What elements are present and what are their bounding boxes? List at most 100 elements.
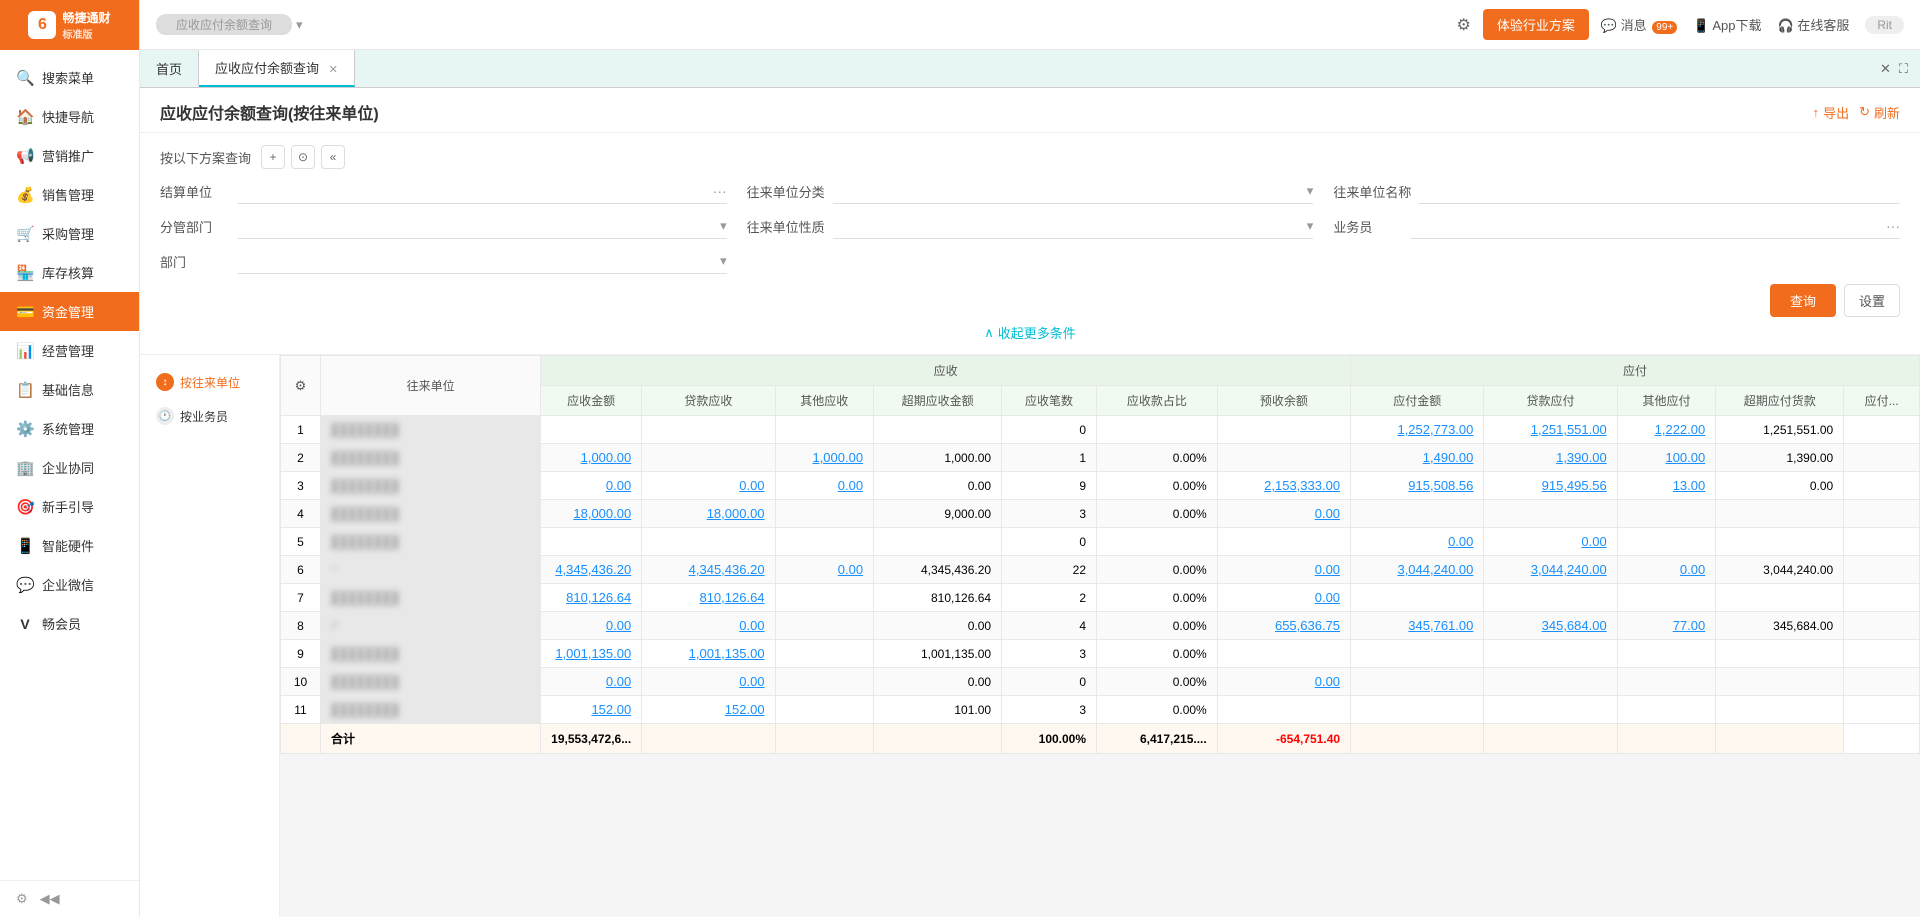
table-cell[interactable]: 655,636.75 (1217, 612, 1350, 640)
sidebar-item-purchase[interactable]: 🛒 采购管理 (0, 214, 139, 253)
table-cell[interactable]: 810,126.64 (642, 584, 775, 612)
table-cell[interactable]: 18,000.00 (642, 500, 775, 528)
sidebar-item-ops[interactable]: 📊 经营管理 (0, 331, 139, 370)
table-cell[interactable]: 0.00 (1217, 556, 1350, 584)
table-cell[interactable]: 100.00 (1617, 444, 1716, 472)
col-settings[interactable]: ⚙ (281, 356, 321, 416)
sidebar-item-inventory[interactable]: 🏪 库存核算 (0, 253, 139, 292)
table-cell[interactable]: 0.00 (642, 472, 775, 500)
salesperson-dots[interactable]: ··· (1886, 218, 1900, 234)
partner-category-dropdown[interactable]: ▾ (1307, 183, 1314, 199)
promo-button[interactable]: 体验行业方案 (1483, 9, 1589, 40)
table-cell[interactable]: 3,044,240.00 (1351, 556, 1484, 584)
breadcrumb-dropdown-icon[interactable]: ▾ (296, 17, 303, 33)
partner-category-input[interactable]: ▾ (833, 179, 1314, 204)
table-cell[interactable]: 1,222.00 (1617, 416, 1716, 444)
table-settings-icon[interactable]: ⚙ (295, 378, 307, 393)
collapse-btn[interactable]: ∧ 收起更多条件 (160, 323, 1900, 342)
settings-button[interactable]: 设置 (1844, 284, 1900, 317)
tab-close-window-icon[interactable]: ✕ (1880, 61, 1891, 77)
table-cell[interactable]: 0.00 (642, 612, 775, 640)
sidebar-item-corp[interactable]: 🏢 企业协同 (0, 448, 139, 487)
sidebar-item-guide[interactable]: 🎯 新手引导 (0, 487, 139, 526)
sidebar-item-search-menu[interactable]: 🔍 搜索菜单 (0, 58, 139, 97)
table-cell[interactable]: 0.00 (1217, 668, 1350, 696)
table-cell[interactable]: 0.00 (1351, 528, 1484, 556)
sidebar-item-base[interactable]: 📋 基础信息 (0, 370, 139, 409)
dept-manager-input[interactable]: ▾ (238, 214, 727, 239)
salesperson-input[interactable]: ··· (1411, 214, 1900, 239)
table-cell[interactable]: 1,000.00 (775, 444, 874, 472)
tab-home[interactable]: 首页 (140, 51, 199, 86)
table-cell[interactable]: 915,508.56 (1351, 472, 1484, 500)
query-button[interactable]: 查询 (1770, 284, 1836, 317)
table-cell (1484, 500, 1617, 528)
online-service-btn[interactable]: 🎧 在线客服 (1778, 15, 1850, 34)
table-cell[interactable]: 2,153,333.00 (1217, 472, 1350, 500)
table-cell[interactable]: 1,001,135.00 (541, 640, 642, 668)
export-button[interactable]: ↑ 导出 (1813, 103, 1850, 122)
table-cell[interactable]: 1,252,773.00 (1351, 416, 1484, 444)
dept-manager-dropdown[interactable]: ▾ (720, 218, 727, 234)
table-cell[interactable]: 1,390.00 (1484, 444, 1617, 472)
table-cell[interactable]: 0.00 (775, 556, 874, 584)
settlement-unit-input[interactable]: ··· (238, 179, 727, 204)
table-cell[interactable]: 0.00 (541, 612, 642, 640)
settings-icon[interactable]: ⚙ (16, 891, 28, 907)
table-cell[interactable]: 0.00 (1217, 500, 1350, 528)
table-cell[interactable]: 152.00 (642, 696, 775, 724)
tab-close-icon[interactable]: ✕ (329, 64, 338, 76)
table-cell[interactable]: 0.00 (1617, 556, 1716, 584)
sidebar-item-vip[interactable]: V 畅会员 (0, 604, 139, 643)
table-cell[interactable]: 0.00 (1217, 584, 1350, 612)
partner-nature-input[interactable]: ▾ (833, 214, 1314, 239)
add-scheme-btn[interactable]: + (261, 145, 285, 169)
table-cell[interactable]: 0.00 (541, 472, 642, 500)
table-cell[interactable]: 3,044,240.00 (1484, 556, 1617, 584)
settlement-unit-dots[interactable]: ··· (713, 183, 727, 199)
sidebar-item-quick-nav[interactable]: 🏠 快捷导航 (0, 97, 139, 136)
tab-expand-icon[interactable]: ⛶ (1899, 61, 1908, 77)
sidebar-item-marketing[interactable]: 📢 营销推广 (0, 136, 139, 175)
table-cell[interactable]: 1,001,135.00 (642, 640, 775, 668)
collapse-sidebar-icon[interactable]: ◀◀ (40, 891, 60, 907)
table-cell[interactable]: 0.00 (642, 668, 775, 696)
table-cell[interactable]: 18,000.00 (541, 500, 642, 528)
tab-ar-ap[interactable]: 应收应付余额查询 ✕ (199, 50, 355, 87)
partner-nature-dropdown[interactable]: ▾ (1307, 218, 1314, 234)
table-cell[interactable]: 810,126.64 (541, 584, 642, 612)
table-cell[interactable]: 915,495.56 (1484, 472, 1617, 500)
table-cell[interactable]: 77.00 (1617, 612, 1716, 640)
dept-manager-label: 分管部门 (160, 217, 230, 236)
department-input[interactable]: ▾ (238, 249, 727, 274)
table-cell[interactable]: 1,251,551.00 (1484, 416, 1617, 444)
table-cell[interactable]: 152.00 (541, 696, 642, 724)
table-cell[interactable]: 0.00 (775, 472, 874, 500)
table-cell[interactable]: 4,345,436.20 (541, 556, 642, 584)
settings-gear-icon[interactable]: ⚙ (1456, 15, 1470, 35)
message-btn[interactable]: 💬 消息 99+ (1601, 15, 1677, 34)
table-cell[interactable]: 13.00 (1617, 472, 1716, 500)
partner-name-input[interactable] (1419, 180, 1900, 204)
refresh-button[interactable]: ↻ 刷新 (1859, 103, 1900, 122)
table-cell[interactable]: 1,490.00 (1351, 444, 1484, 472)
sidebar-item-finance[interactable]: 💳 资金管理 (0, 292, 139, 331)
table-cell[interactable]: 0.00 (1484, 528, 1617, 556)
table-cell (1484, 668, 1617, 696)
edit-scheme-btn[interactable]: ⊙ (291, 145, 315, 169)
table-cell[interactable]: 4,345,436.20 (642, 556, 775, 584)
sidebar-item-sales[interactable]: 💰 销售管理 (0, 175, 139, 214)
collapse-scheme-btn[interactable]: « (321, 145, 345, 169)
table-cell[interactable]: 345,684.00 (1484, 612, 1617, 640)
app-download-btn[interactable]: 📱 App下载 (1693, 15, 1761, 34)
table-cell[interactable]: 345,761.00 (1351, 612, 1484, 640)
table-cell[interactable]: 1,000.00 (541, 444, 642, 472)
department-dropdown[interactable]: ▾ (720, 253, 727, 269)
sidebar-item-wechat[interactable]: 💬 企业微信 (0, 565, 139, 604)
sidebar-item-system[interactable]: ⚙️ 系统管理 (0, 409, 139, 448)
user-name[interactable]: Rit (1865, 16, 1904, 34)
left-panel-by-salesperson[interactable]: 🕐 按业务员 (140, 399, 279, 433)
sidebar-item-hardware[interactable]: 📱 智能硬件 (0, 526, 139, 565)
table-cell[interactable]: 0.00 (541, 668, 642, 696)
left-panel-by-partner[interactable]: ↕ 按往来单位 (140, 365, 279, 399)
